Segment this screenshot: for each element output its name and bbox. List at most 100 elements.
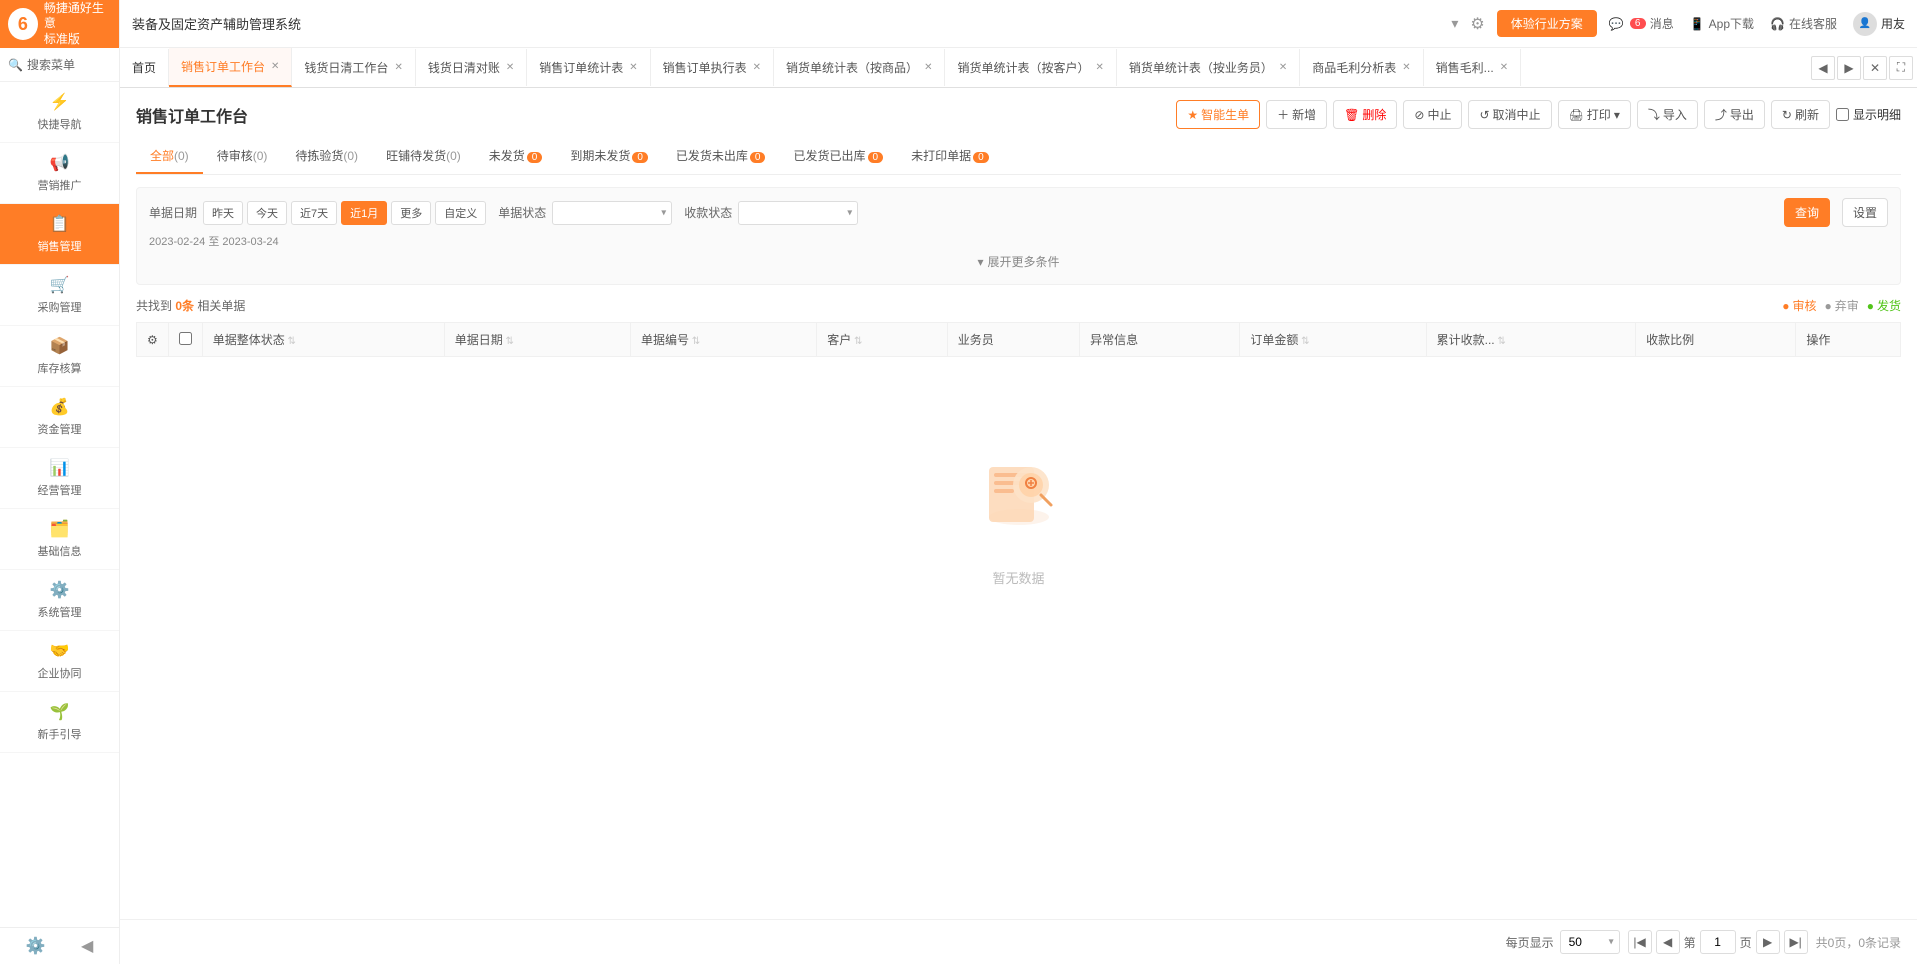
refresh-button[interactable]: ↻ 刷新 [1771, 100, 1830, 129]
tab-next-button[interactable]: ▶ [1837, 56, 1861, 80]
tab-fullscreen-button[interactable]: ⛶ [1889, 56, 1913, 80]
tab-stat-staff-close[interactable]: ✕ [1279, 62, 1287, 73]
sub-tab-pending-review[interactable]: 待审核(0) [203, 139, 282, 174]
sub-tab-pending-inspection[interactable]: 待拣验货(0) [281, 139, 372, 174]
tab-margin[interactable]: 商品毛利分析表 ✕ [1300, 49, 1423, 86]
show-detail-checkbox[interactable]: 显示明细 [1836, 106, 1901, 123]
sidebar-item-marketing[interactable]: 📢 营销推广 [0, 143, 119, 204]
th-amount[interactable]: 订单金额 [1240, 323, 1426, 357]
tab-sales-exec[interactable]: 销售订单执行表 ✕ [651, 49, 774, 86]
user-menu[interactable]: 👤 用友 [1853, 12, 1905, 36]
sub-tab-all[interactable]: 全部(0) [136, 139, 203, 174]
approve-action-link[interactable]: ● 审核 [1782, 297, 1816, 314]
tab-sales-workbench-close[interactable]: ✕ [271, 61, 279, 72]
cancel-stop-button[interactable]: ↺ 取消中止 [1468, 100, 1551, 129]
sidebar-item-finance[interactable]: 💰 资金管理 [0, 387, 119, 448]
sidebar-item-operations[interactable]: 📊 经营管理 [0, 448, 119, 509]
app-label: App下载 [1709, 15, 1754, 32]
payment-select[interactable] [738, 201, 858, 225]
avatar: 👤 [1853, 12, 1877, 36]
sidebar-item-purchase[interactable]: 🛒 采购管理 [0, 265, 119, 326]
tab-stat-staff[interactable]: 销货单统计表（按业务员） ✕ [1117, 49, 1300, 86]
import-button[interactable]: ⤵ 导入 [1637, 100, 1698, 129]
sub-tab-wangpu[interactable]: 旺铺待发货(0) [372, 139, 475, 174]
tab-cash-account-close[interactable]: ✕ [506, 62, 514, 73]
tab-sales-exec-close[interactable]: ✕ [753, 62, 761, 73]
sidebar-item-inventory[interactable]: 📦 库存核算 [0, 326, 119, 387]
sidebar-item-quicknav[interactable]: ⚡ 快捷导航 [0, 82, 119, 143]
first-page-button[interactable]: |◀ [1628, 930, 1652, 954]
tab-cash-account[interactable]: 钱货日清对账 ✕ [416, 49, 527, 86]
th-checkbox[interactable] [168, 323, 202, 357]
tab-stat-product[interactable]: 销货单统计表（按商品） ✕ [774, 49, 945, 86]
filter-settings-button[interactable]: 设置 [1842, 198, 1888, 227]
select-all-checkbox[interactable] [179, 332, 192, 345]
sidebar-item-basic[interactable]: 🗂️ 基础信息 [0, 509, 119, 570]
query-button[interactable]: 查询 [1784, 198, 1830, 227]
sidebar-item-corp[interactable]: 🤝 企业协同 [0, 631, 119, 692]
add-button[interactable]: ＋ 新增 [1266, 100, 1327, 129]
expand-more-btn[interactable]: ▾ 展开更多条件 [149, 249, 1888, 274]
per-page-select[interactable]: 50 100 200 [1560, 930, 1620, 954]
status-select[interactable] [552, 201, 672, 225]
ship-action-link[interactable]: ● 发货 [1867, 297, 1901, 314]
prev-page-button[interactable]: ◀ [1656, 930, 1680, 954]
show-detail-input[interactable] [1836, 108, 1849, 121]
service-item[interactable]: 🎧 在线客服 [1770, 15, 1837, 32]
print-button[interactable]: 🖨 打印 ▾ [1558, 100, 1631, 129]
date-more-btn[interactable]: 更多 [391, 201, 431, 225]
tab-margin-close[interactable]: ✕ [1402, 62, 1410, 73]
th-status[interactable]: 单据整体状态 [202, 323, 444, 357]
tab-cash-daily-close[interactable]: ✕ [394, 62, 402, 73]
topbar: 装备及固定资产辅助管理系统 ▾ ⚙ 体验行业方案 💬 6 消息 📱 App下载 … [120, 0, 1917, 48]
page-number-input[interactable] [1700, 930, 1736, 954]
tab-sales-workbench[interactable]: 销售订单工作台 ✕ [169, 48, 292, 87]
sidebar-item-guide[interactable]: 🌱 新手引导 [0, 692, 119, 753]
tab-stat-customer[interactable]: 销货单统计表（按客户） ✕ [945, 49, 1116, 86]
sub-tab-overdue[interactable]: 到期未发货0 [556, 139, 662, 174]
last-page-button[interactable]: ▶| [1784, 930, 1808, 954]
tab-sales-stat[interactable]: 销售订单统计表 ✕ [527, 49, 650, 86]
th-customer[interactable]: 客户 [817, 323, 947, 357]
date-1month-btn[interactable]: 近1月 [341, 201, 387, 225]
sidebar-item-sales[interactable]: 📋 销售管理 [0, 204, 119, 265]
app-download-item[interactable]: 📱 App下载 [1690, 15, 1754, 32]
tab-cash-daily[interactable]: 钱货日清工作台 ✕ [292, 49, 415, 86]
sub-tab-not-printed[interactable]: 未打印单据0 [897, 139, 1003, 174]
tab-sales-stat-close[interactable]: ✕ [629, 62, 637, 73]
reject-action-link[interactable]: ● 弃审 [1824, 297, 1858, 314]
sub-tab-shipped-out[interactable]: 已发货已出库0 [779, 139, 897, 174]
th-settings[interactable]: ⚙ [137, 323, 169, 357]
sidebar-item-system[interactable]: ⚙️ 系统管理 [0, 570, 119, 631]
tab-close-all-button[interactable]: ✕ [1863, 56, 1887, 80]
date-yesterday-btn[interactable]: 昨天 [203, 201, 243, 225]
industry-plan-button[interactable]: 体验行业方案 [1497, 10, 1597, 37]
gear-icon[interactable]: ⚙ [1470, 14, 1484, 34]
sidebar-search[interactable]: 🔍 搜索菜单 [0, 48, 119, 82]
th-number[interactable]: 单据编号 [630, 323, 816, 357]
expand-dropdown-icon[interactable]: ▾ [1451, 15, 1458, 32]
mobile-icon: 📱 [1690, 17, 1705, 31]
tab-profit-close[interactable]: ✕ [1500, 62, 1508, 73]
tab-profit[interactable]: 销售毛利... ✕ [1424, 49, 1521, 86]
export-icon: ⤴ [1715, 106, 1727, 123]
sub-tab-not-shipped[interactable]: 未发货0 [475, 139, 557, 174]
th-received[interactable]: 累计收款... [1426, 323, 1635, 357]
stop-button[interactable]: ⊘ 中止 [1403, 100, 1462, 129]
smart-create-button[interactable]: ★ 智能生单 [1176, 100, 1260, 129]
settings-bottom-icon[interactable]: ⚙️ [26, 936, 46, 956]
date-7days-btn[interactable]: 近7天 [291, 201, 337, 225]
delete-button[interactable]: 🗑 删除 [1333, 100, 1397, 129]
tab-prev-button[interactable]: ◀ [1811, 56, 1835, 80]
collapse-icon[interactable]: ◀ [81, 936, 93, 956]
th-date[interactable]: 单据日期 [444, 323, 630, 357]
date-custom-btn[interactable]: 自定义 [435, 201, 486, 225]
message-icon-item[interactable]: 💬 6 消息 [1609, 15, 1674, 32]
sub-tab-shipped-not-out[interactable]: 已发货未出库0 [662, 139, 780, 174]
tab-stat-customer-close[interactable]: ✕ [1095, 62, 1103, 73]
export-button[interactable]: ⤴ 导出 [1704, 100, 1765, 129]
tab-stat-product-close[interactable]: ✕ [924, 62, 932, 73]
date-today-btn[interactable]: 今天 [247, 201, 287, 225]
tab-home[interactable]: 首页 [120, 49, 169, 86]
next-page-button[interactable]: ▶ [1756, 930, 1780, 954]
